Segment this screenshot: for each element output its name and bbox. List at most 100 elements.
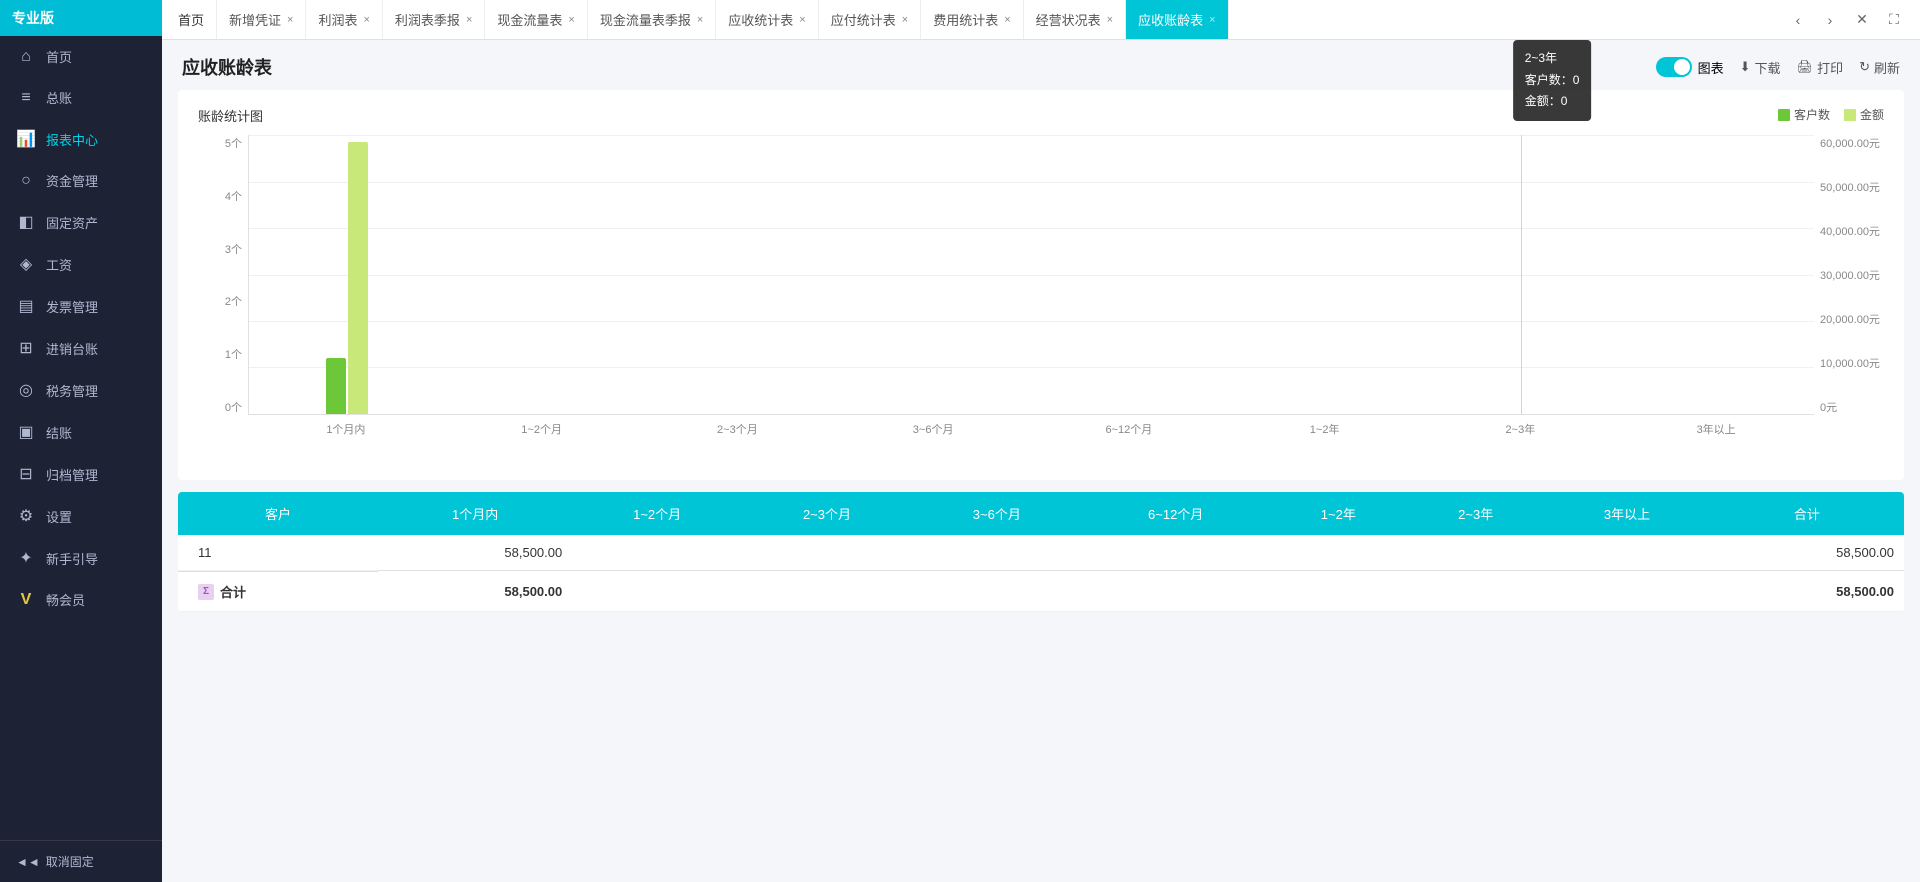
- member-icon: V: [16, 591, 36, 609]
- sidebar-item-settings[interactable]: ⚙ 设置: [0, 495, 162, 537]
- tab-label: 现金流量表季报: [600, 10, 691, 29]
- tab-voucher[interactable]: 新增凭证 ×: [217, 0, 306, 40]
- tab-label: 利润表: [318, 10, 357, 29]
- table-header-row: 客户 1个月内 1~2个月 2~3个月 3~6个月 6~12个月 1~2年 2~…: [178, 492, 1904, 535]
- col-y3plus: 3年以上: [1544, 492, 1709, 535]
- chart-section: 账龄统计图 客户数 金额 5个 4个 3个 2个 1个: [178, 90, 1904, 480]
- sidebar-item-label: 报表中心: [46, 130, 98, 149]
- sidebar-item-sales[interactable]: ⊞ 进销台账: [0, 327, 162, 369]
- sidebar-item-archive[interactable]: ⊟ 归档管理: [0, 453, 162, 495]
- sidebar-item-close[interactable]: ▣ 结账: [0, 411, 162, 453]
- refresh-button[interactable]: ↻ 刷新: [1859, 58, 1900, 77]
- sidebar-item-label: 归档管理: [46, 465, 98, 484]
- toggle-label: 图表: [1698, 58, 1724, 77]
- gear-icon: ⚙: [16, 506, 36, 526]
- sidebar-item-salary[interactable]: ◈ 工资: [0, 243, 162, 285]
- tab-close-icon[interactable]: ×: [799, 14, 805, 26]
- col-m1: 1个月内: [378, 492, 572, 535]
- tab-close-icon[interactable]: ×: [363, 14, 369, 26]
- cell-total: 58,500.00: [1710, 535, 1904, 571]
- refresh-icon: ↻: [1859, 59, 1870, 75]
- tab-label: 应付统计表: [831, 10, 896, 29]
- cell-m2-3: [742, 535, 912, 571]
- tab-label: 应收账龄表: [1138, 10, 1203, 29]
- total-m1-2: [572, 571, 742, 612]
- tab-home[interactable]: 首页: [166, 0, 217, 40]
- tab-close-icon[interactable]: ×: [1209, 14, 1215, 26]
- x-label-m6-12: 6~12个月: [1031, 421, 1227, 437]
- tab-close-icon[interactable]: ×: [1004, 14, 1010, 26]
- sidebar-item-label: 税务管理: [46, 381, 98, 400]
- tax-icon: ◎: [16, 380, 36, 400]
- table-row: 11 58,500.00 58,500.00: [178, 535, 1904, 571]
- col-customer: 客户: [178, 492, 378, 535]
- bar-group-y3plus: [1618, 135, 1814, 414]
- tab-biz-status[interactable]: 经营状况表 ×: [1024, 0, 1126, 40]
- cell-y1-2: [1270, 535, 1407, 571]
- sidebar-item-guide[interactable]: ✦ 新手引导: [0, 537, 162, 579]
- bar-group-y2-3: 2~3年客户数：0金额：0: [1423, 135, 1619, 414]
- tab-profit[interactable]: 利润表 ×: [306, 0, 382, 40]
- sidebar-item-asset[interactable]: ◧ 固定资产: [0, 201, 162, 243]
- sidebar-item-home[interactable]: ⌂ 首页: [0, 36, 162, 77]
- page-content: 应收账龄表 图表 ⬇ 下载 🖨 打印 ↻ 刷新: [162, 40, 1920, 882]
- tab-close-icon[interactable]: ×: [568, 14, 574, 26]
- tab-maximize-button[interactable]: ⛶: [1880, 6, 1908, 34]
- sidebar-item-report[interactable]: 📊 报表中心: [0, 118, 162, 160]
- tab-prev-button[interactable]: ‹: [1784, 6, 1812, 34]
- tab-cashflow-quarter[interactable]: 现金流量表季报 ×: [588, 0, 716, 40]
- chart-inner: 2~3年客户数：0金额：0: [248, 135, 1814, 415]
- tab-close-icon[interactable]: ×: [466, 14, 472, 26]
- bar-group-y1-2: [1227, 135, 1423, 414]
- sidebar-item-member[interactable]: V 畅会员: [0, 579, 162, 620]
- tab-close-icon[interactable]: ×: [1107, 14, 1113, 26]
- table-total-row: Σ 合计 58,500.00 58,500.00: [178, 571, 1904, 612]
- tab-close-all-button[interactable]: ✕: [1848, 6, 1876, 34]
- refresh-label: 刷新: [1874, 58, 1900, 77]
- tab-close-icon[interactable]: ×: [287, 14, 293, 26]
- sidebar-item-ledger[interactable]: ≡ 总账: [0, 77, 162, 118]
- tab-payable-stat[interactable]: 应付统计表 ×: [819, 0, 921, 40]
- archive-icon: ⊟: [16, 464, 36, 484]
- print-label: 打印: [1817, 58, 1843, 77]
- home-icon: ⌂: [16, 48, 36, 66]
- sidebar-item-fund[interactable]: ○ 资金管理: [0, 160, 162, 201]
- tab-label: 应收统计表: [728, 10, 793, 29]
- print-button[interactable]: 🖨 打印: [1797, 58, 1844, 77]
- page-title: 应收账龄表: [182, 54, 272, 80]
- ledger-icon: ≡: [16, 89, 36, 107]
- sidebar-item-label: 进销台账: [46, 339, 98, 358]
- bar-customer-m1: [326, 358, 346, 414]
- header-actions: 图表 ⬇ 下载 🖨 打印 ↻ 刷新: [1656, 57, 1900, 77]
- sidebar-pin-toggle[interactable]: ◄◄ 取消固定: [0, 840, 162, 882]
- sidebar-item-tax[interactable]: ◎ 税务管理: [0, 369, 162, 411]
- tab-receivable-stat[interactable]: 应收统计表 ×: [716, 0, 818, 40]
- close-accounts-icon: ▣: [16, 422, 36, 442]
- chart-toggle[interactable]: [1656, 57, 1692, 77]
- cursor-line: [1521, 135, 1522, 414]
- tab-label: 新增凭证: [229, 10, 281, 29]
- tab-next-button[interactable]: ›: [1816, 6, 1844, 34]
- x-label-m1: 1个月内: [248, 421, 444, 437]
- fund-icon: ○: [16, 172, 36, 190]
- x-label-y1-2: 1~2年: [1227, 421, 1423, 437]
- tab-label: 利润表季报: [395, 10, 460, 29]
- bar-group-m6-12: [1032, 135, 1228, 414]
- tab-expense-stat[interactable]: 费用统计表 ×: [921, 0, 1023, 40]
- tab-cashflow[interactable]: 现金流量表 ×: [485, 0, 587, 40]
- tab-profit-quarter[interactable]: 利润表季报 ×: [383, 0, 485, 40]
- sidebar-logo: 专业版: [0, 0, 162, 36]
- download-button[interactable]: ⬇ 下载: [1740, 58, 1781, 77]
- sidebar: 专业版 ⌂ 首页 ≡ 总账 📊 报表中心 ○ 资金管理 ◧ 固定资产 ◈ 工资 …: [0, 0, 162, 882]
- tab-controls: ‹ › ✕ ⛶: [1776, 6, 1916, 34]
- tab-close-icon[interactable]: ×: [697, 14, 703, 26]
- sidebar-item-label: 总账: [46, 88, 72, 107]
- sidebar-item-label: 资金管理: [46, 171, 98, 190]
- x-label-m1-2: 1~2个月: [444, 421, 640, 437]
- chart-title: 账龄统计图: [198, 106, 1884, 125]
- tab-aging[interactable]: 应收账龄表 ×: [1126, 0, 1228, 40]
- sidebar-item-invoice[interactable]: ▤ 发票管理: [0, 285, 162, 327]
- legend-customer: 客户数: [1778, 106, 1830, 123]
- total-y1-2: [1270, 571, 1407, 612]
- tab-close-icon[interactable]: ×: [902, 14, 908, 26]
